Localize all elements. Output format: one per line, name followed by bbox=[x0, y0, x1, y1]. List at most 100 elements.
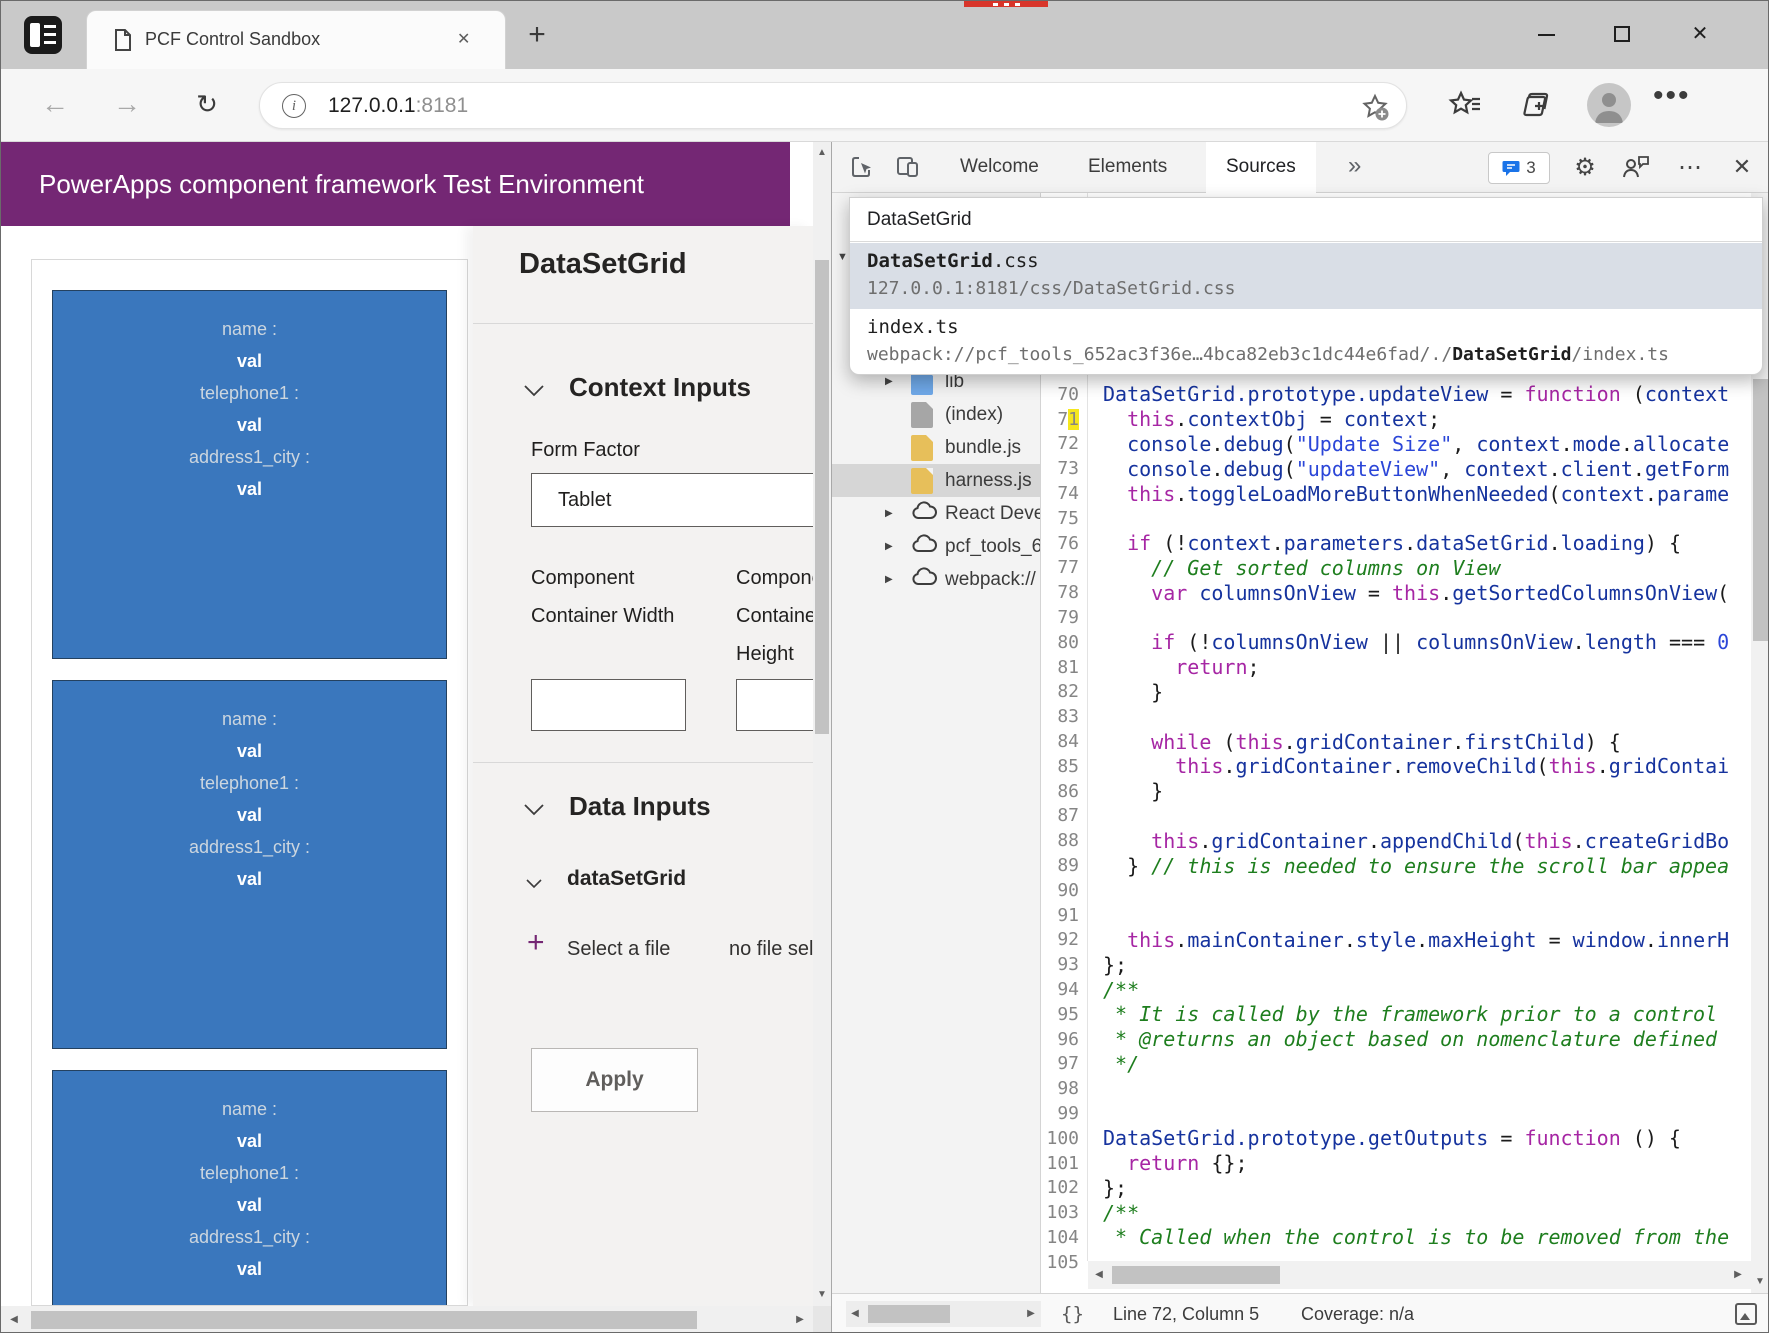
code-line[interactable]: 78 var columnsOnView = this.getSortedCol… bbox=[1041, 580, 1751, 605]
scroll-left-icon[interactable]: ◀ bbox=[846, 1305, 864, 1323]
file-tree-item--index-[interactable]: (index) bbox=[832, 398, 1041, 431]
browser-menu-icon[interactable]: ••• bbox=[1653, 79, 1691, 113]
code-line[interactable]: 102}; bbox=[1041, 1176, 1751, 1201]
vertical-tabs-icon[interactable] bbox=[21, 13, 65, 57]
gear-icon[interactable]: ⚙ bbox=[1567, 142, 1603, 192]
code-line[interactable]: 80 if (!columnsOnView || columnsOnView.l… bbox=[1041, 630, 1751, 655]
profile-avatar[interactable] bbox=[1587, 83, 1631, 127]
line-number[interactable]: 101 bbox=[1041, 1153, 1079, 1174]
code-line[interactable]: 84 while (this.gridContainer.firstChild)… bbox=[1041, 729, 1751, 754]
chevron-down-icon[interactable] bbox=[523, 384, 545, 398]
code-line[interactable]: 96 * @returns an object based on nomencl… bbox=[1041, 1027, 1751, 1052]
line-number[interactable]: 103 bbox=[1041, 1202, 1079, 1223]
quick-open-dialog[interactable]: DataSetGrid DataSetGrid.css127.0.0.1:818… bbox=[849, 197, 1763, 375]
scroll-right-icon[interactable]: ▶ bbox=[791, 1311, 809, 1329]
code-lines[interactable]: 70DataSetGrid.prototype.updateView = fun… bbox=[1041, 382, 1751, 1275]
devtools-menu-icon[interactable]: ⋯ bbox=[1672, 142, 1708, 192]
line-number[interactable]: 95 bbox=[1041, 1004, 1079, 1025]
tree-collapsed-icon[interactable]: ▶ bbox=[885, 376, 899, 387]
tab-elements[interactable]: Elements bbox=[1088, 142, 1167, 192]
data-inputs-heading[interactable]: Data Inputs bbox=[569, 791, 711, 822]
line-number[interactable]: 80 bbox=[1041, 632, 1079, 653]
select-file-link[interactable]: Select a file bbox=[567, 938, 670, 961]
new-tab-button[interactable]: + bbox=[519, 15, 555, 55]
code-line[interactable]: 85 this.gridContainer.removeChild(this.g… bbox=[1041, 754, 1751, 779]
scrollbar-thumb[interactable] bbox=[868, 1305, 950, 1323]
pretty-print-icon[interactable]: {} bbox=[1061, 1294, 1084, 1333]
scrollbar-thumb[interactable] bbox=[1753, 379, 1768, 641]
back-button[interactable]: ← bbox=[35, 69, 75, 141]
drawer-icon[interactable] bbox=[1735, 1303, 1757, 1325]
file-tree-item-pcf-tools-65[interactable]: ▶pcf_tools_65 bbox=[832, 530, 1041, 563]
line-number[interactable]: 100 bbox=[1041, 1128, 1079, 1149]
code-line[interactable]: 86 } bbox=[1041, 779, 1751, 804]
code-line[interactable]: 91 bbox=[1041, 903, 1751, 928]
code-line[interactable]: 93}; bbox=[1041, 952, 1751, 977]
sidebar-horizontal-scrollbar[interactable]: ◀ ▶ bbox=[846, 1301, 1041, 1327]
record-card[interactable]: name :valtelephone1 :valaddress1_city :v… bbox=[52, 1070, 447, 1306]
apply-button[interactable]: Apply bbox=[531, 1048, 698, 1112]
url-text[interactable]: 127.0.0.1:8181 bbox=[328, 83, 468, 128]
code-line[interactable]: 74 this.toggleLoadMoreButtonWhenNeeded(c… bbox=[1041, 481, 1751, 506]
line-number[interactable]: 94 bbox=[1041, 979, 1079, 1000]
line-number[interactable]: 99 bbox=[1041, 1103, 1079, 1124]
scroll-left-icon[interactable]: ◀ bbox=[5, 1311, 23, 1329]
tab-sources[interactable]: Sources bbox=[1226, 142, 1296, 192]
code-line[interactable]: 103/** bbox=[1041, 1200, 1751, 1225]
line-number[interactable]: 104 bbox=[1041, 1227, 1079, 1248]
line-number[interactable]: 76 bbox=[1041, 533, 1079, 554]
quick-open-result[interactable]: DataSetGrid.css127.0.0.1:8181/css/DataSe… bbox=[850, 243, 1762, 309]
line-number[interactable]: 96 bbox=[1041, 1029, 1079, 1050]
line-number[interactable]: 73 bbox=[1041, 458, 1079, 479]
tree-collapsed-icon[interactable]: ▶ bbox=[885, 508, 899, 519]
tree-collapsed-icon[interactable]: ▶ bbox=[885, 574, 899, 585]
code-line[interactable]: 101 return {}; bbox=[1041, 1151, 1751, 1176]
tree-collapsed-icon[interactable]: ▶ bbox=[885, 541, 899, 552]
window-minimize-button[interactable] bbox=[1529, 19, 1563, 49]
scrollbar-thumb[interactable] bbox=[1112, 1266, 1280, 1284]
line-number[interactable]: 83 bbox=[1041, 706, 1079, 727]
page-vertical-scrollbar[interactable]: ▲ ▼ bbox=[813, 142, 831, 1306]
more-tabs-icon[interactable]: » bbox=[1348, 142, 1361, 192]
line-number[interactable]: 74 bbox=[1041, 483, 1079, 504]
line-number[interactable]: 105 bbox=[1041, 1252, 1079, 1273]
line-number[interactable]: 102 bbox=[1041, 1177, 1079, 1198]
code-line[interactable]: 90 bbox=[1041, 878, 1751, 903]
dataset-name[interactable]: dataSetGrid bbox=[567, 867, 686, 891]
code-line[interactable]: 94/** bbox=[1041, 977, 1751, 1002]
file-tree-item-harness-js[interactable]: harness.js bbox=[832, 464, 1041, 497]
line-number[interactable]: 75 bbox=[1041, 508, 1079, 529]
tree-expanded-icon[interactable]: ▼ bbox=[837, 251, 848, 263]
code-line[interactable]: 98 bbox=[1041, 1076, 1751, 1101]
refresh-button[interactable]: ↻ bbox=[187, 69, 227, 141]
devtools-close-icon[interactable]: ✕ bbox=[1724, 142, 1760, 192]
code-line[interactable]: 79 bbox=[1041, 605, 1751, 630]
tab-close-icon[interactable]: ✕ bbox=[457, 11, 470, 68]
quick-open-result[interactable]: index.tswebpack://pcf_tools_652ac3f36e…4… bbox=[850, 309, 1762, 375]
feedback-icon[interactable] bbox=[1616, 142, 1656, 192]
line-number[interactable]: 90 bbox=[1041, 880, 1079, 901]
line-number[interactable]: 86 bbox=[1041, 781, 1079, 802]
line-number[interactable]: 81 bbox=[1041, 657, 1079, 678]
file-tree-item-bundle-js[interactable]: bundle.js bbox=[832, 431, 1041, 464]
scroll-down-icon[interactable]: ▼ bbox=[813, 1286, 831, 1304]
code-line[interactable]: 77 // Get sorted columns on View bbox=[1041, 556, 1751, 581]
line-number[interactable]: 92 bbox=[1041, 929, 1079, 950]
site-info-icon[interactable]: i bbox=[282, 94, 306, 118]
tab-welcome[interactable]: Welcome bbox=[960, 142, 1039, 192]
code-line[interactable]: 100DataSetGrid.prototype.getOutputs = fu… bbox=[1041, 1126, 1751, 1151]
file-tree-item-react-devel[interactable]: ▶React Devel bbox=[832, 497, 1041, 530]
line-number[interactable]: 93 bbox=[1041, 954, 1079, 975]
forward-button[interactable]: → bbox=[107, 69, 147, 141]
code-line[interactable]: 70DataSetGrid.prototype.updateView = fun… bbox=[1041, 382, 1751, 407]
line-number[interactable]: 77 bbox=[1041, 557, 1079, 578]
address-bar[interactable]: i 127.0.0.1:8181 bbox=[259, 82, 1407, 129]
scroll-right-icon[interactable]: ▶ bbox=[1729, 1266, 1747, 1284]
code-line[interactable]: 72 console.debug("Update Size", context.… bbox=[1041, 432, 1751, 457]
form-factor-select[interactable]: Tablet bbox=[531, 473, 813, 527]
window-close-button[interactable]: ✕ bbox=[1683, 19, 1717, 49]
favorites-icon[interactable] bbox=[1445, 85, 1485, 125]
page-horizontal-scrollbar[interactable]: ◀ ▶ bbox=[1, 1306, 813, 1333]
scroll-up-icon[interactable]: ▲ bbox=[813, 144, 831, 162]
device-toolbar-icon[interactable] bbox=[890, 142, 926, 192]
